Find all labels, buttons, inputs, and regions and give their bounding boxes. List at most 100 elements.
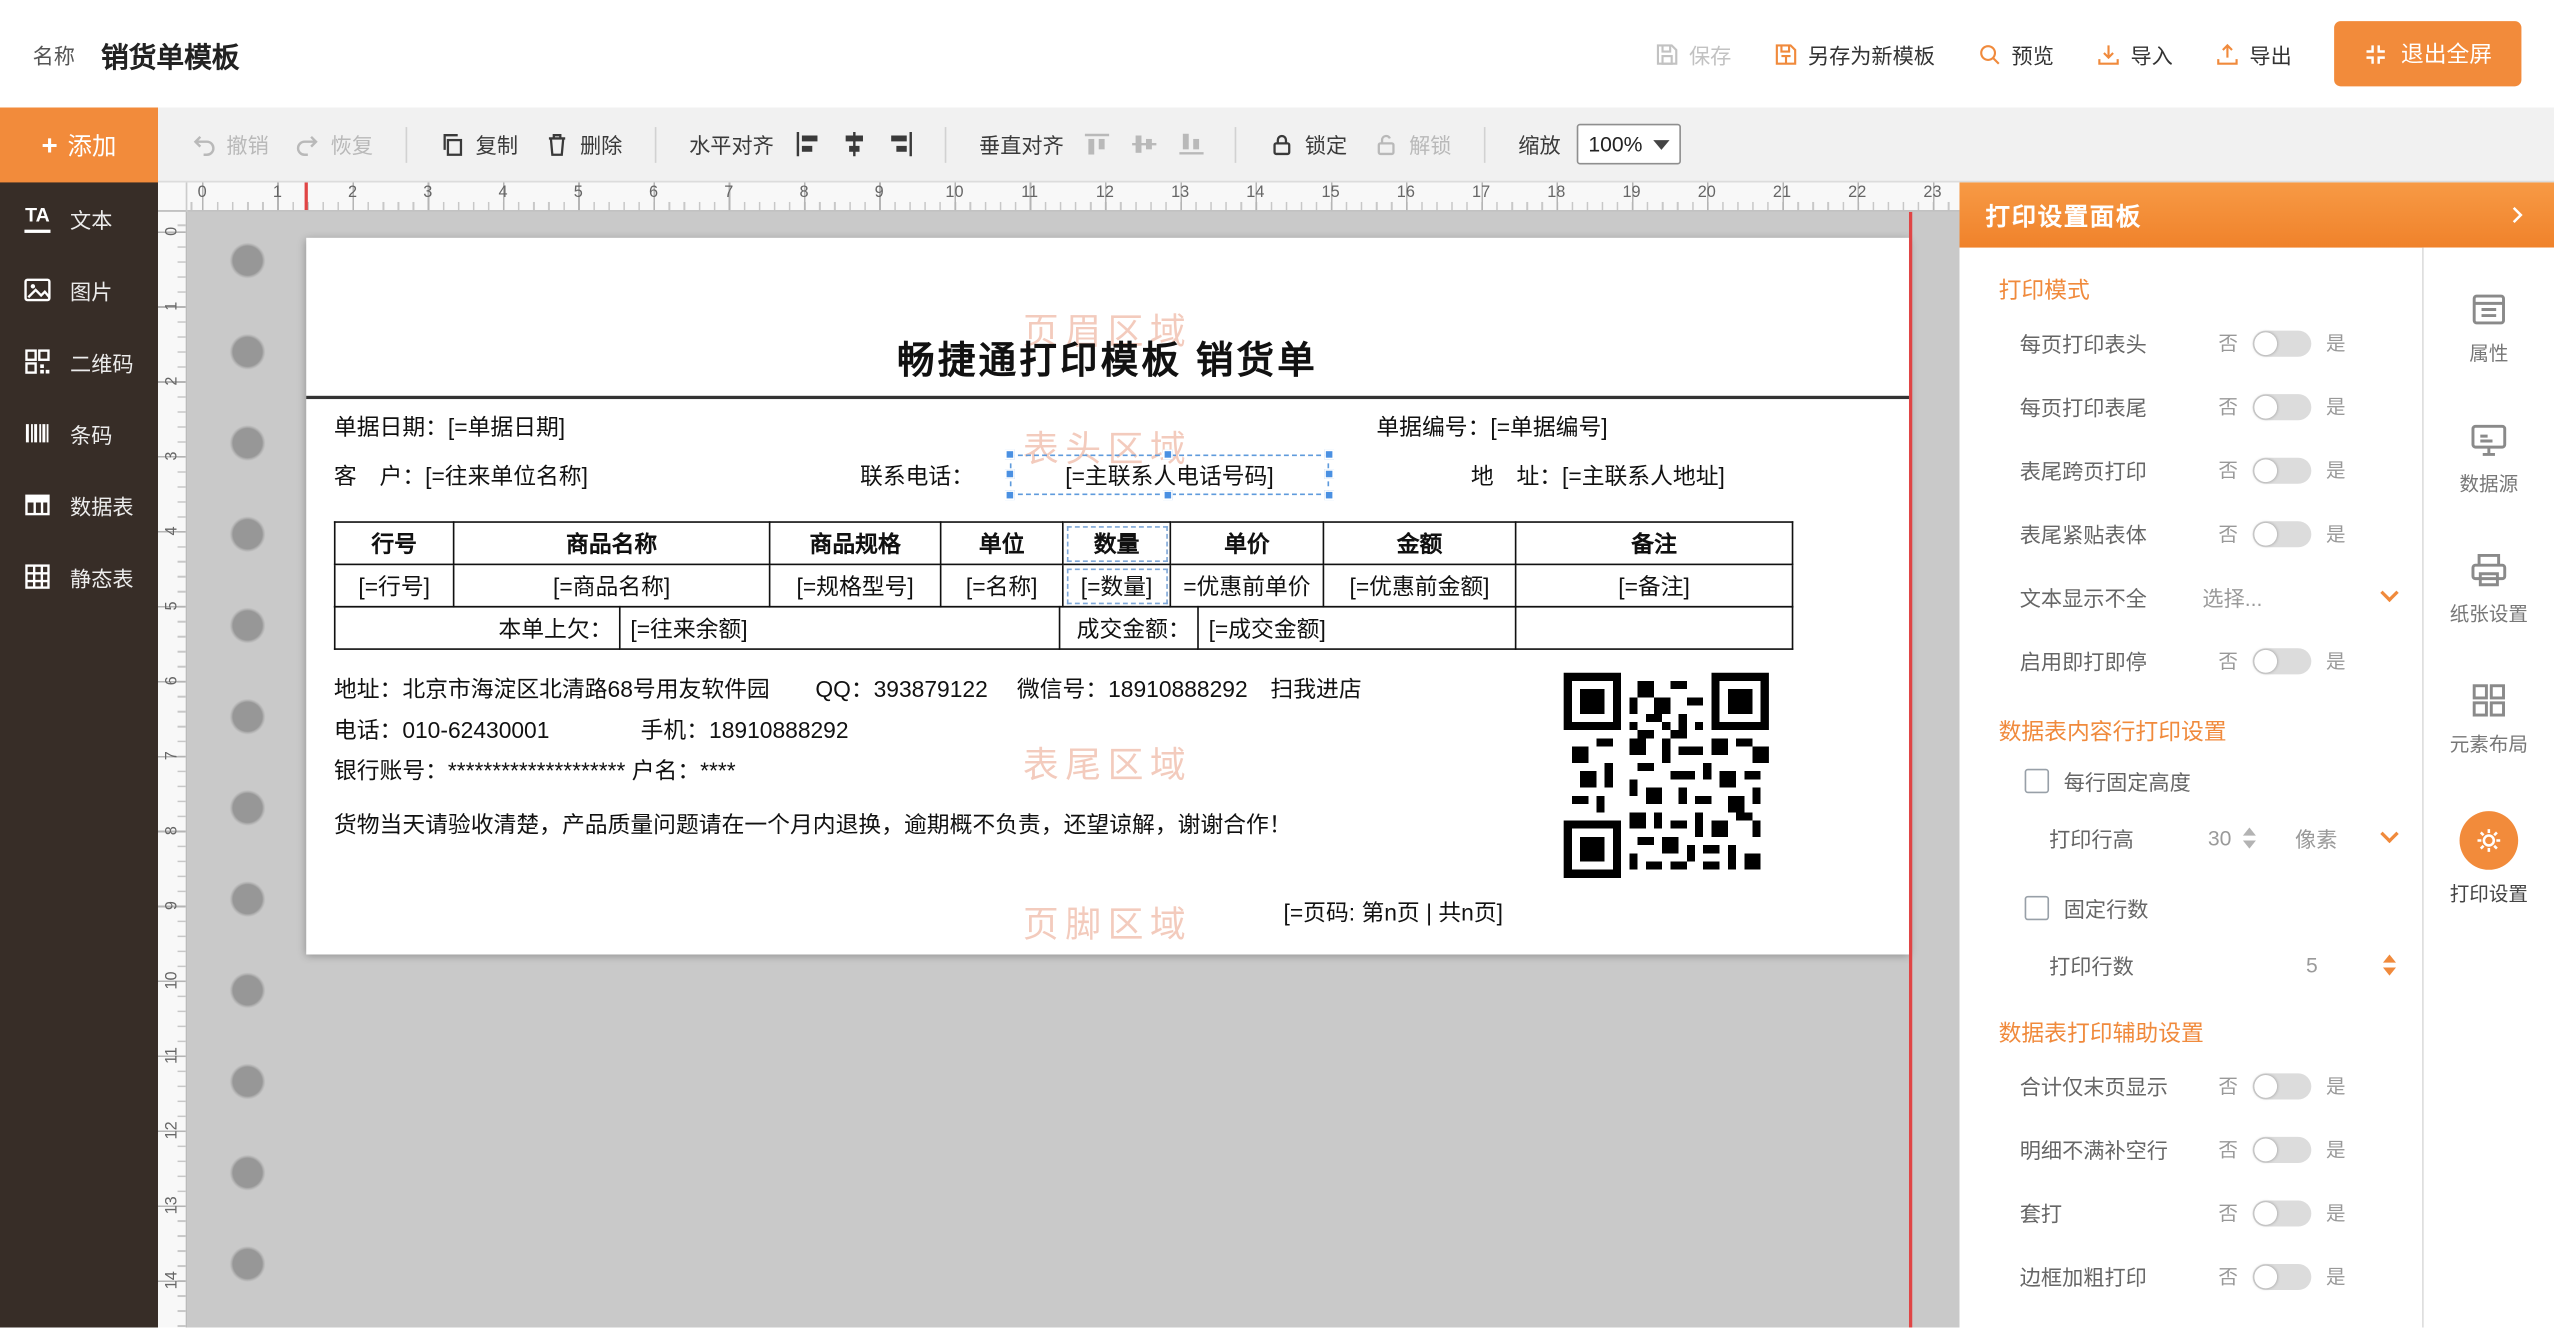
lock-button[interactable]: 锁定 (1262, 129, 1353, 160)
shop-info-element[interactable]: 地址：北京市海淀区北清路68号用友软件园 QQ：393879122 微信号：18… (334, 669, 1362, 791)
setting-label: 启用即打即停 (2019, 649, 2147, 675)
row-height-value[interactable]: 30 (2208, 825, 2232, 849)
resize-handle[interactable] (1162, 449, 1173, 460)
resize-handle[interactable] (1162, 490, 1173, 501)
delete-button[interactable]: 删除 (538, 129, 629, 160)
setting-row: 每页打印表尾 否 是 (1959, 375, 2422, 439)
ruler-number: 3 (423, 184, 433, 202)
sidebar-item-text[interactable]: TA 文本 (0, 182, 158, 254)
text-overflow-select[interactable]: 选择... (2202, 581, 2399, 612)
strip-item-print-settings[interactable]: 打印设置 (2450, 811, 2528, 907)
export-button[interactable]: 导出 (2215, 38, 2292, 69)
column-header[interactable]: 行号 (333, 521, 455, 566)
sidebar-item-datatable[interactable]: 数据表 (0, 469, 158, 541)
align-top-button[interactable] (1080, 127, 1114, 161)
unlock-button[interactable]: 解锁 (1367, 129, 1458, 160)
row-height-stepper[interactable] (2242, 826, 2256, 848)
owed-label-cell[interactable]: 本单上欠： (333, 605, 621, 650)
table-cell-selected[interactable]: [=数量] (1061, 563, 1172, 608)
fixed-row-count-checkbox[interactable] (2024, 895, 2050, 920)
main-area: + 添加 TA 文本 图片 二维码 条码 数据表 静态表 撤销 恢复 复制 删除… (0, 107, 2554, 1328)
row-count-value[interactable]: 5 (2306, 952, 2318, 976)
save-button[interactable]: 保存 (1655, 38, 1731, 69)
align-middle-vertical-button[interactable] (1127, 127, 1161, 161)
toggle-bold-border[interactable] (2252, 1263, 2312, 1290)
toggle-instant-stop[interactable] (2252, 647, 2312, 674)
strip-item-element-layout[interactable]: 元素布局 (2450, 681, 2528, 758)
page-number-element[interactable]: [=页码: 第n页 | 共n页] (1284, 896, 1503, 929)
panel-header: 打印设置面板 (1959, 182, 2554, 248)
align-bottom-button[interactable] (1175, 127, 1209, 161)
table-cell[interactable]: [=商品名称] (452, 563, 771, 608)
strip-item-label: 纸张设置 (2449, 602, 2528, 626)
column-header-selected[interactable]: 数量 (1061, 521, 1172, 566)
toggle-total-last-page[interactable] (2252, 1072, 2312, 1099)
docno-field[interactable]: 单据编号：[=单据编号] (1376, 410, 1607, 443)
qr-code-image[interactable] (1563, 672, 1769, 878)
undo-button[interactable]: 撤销 (184, 129, 275, 160)
resize-handle[interactable] (1004, 468, 1015, 479)
table-cell[interactable]: [=行号] (333, 563, 455, 608)
total-value-cell[interactable]: [=成交金额] (1197, 605, 1517, 650)
toggle-overprint[interactable] (2252, 1199, 2312, 1226)
column-header[interactable]: 商品名称 (452, 521, 771, 566)
resize-handle[interactable] (1324, 490, 1335, 501)
sidebar-item-image[interactable]: 图片 (0, 254, 158, 326)
import-button[interactable]: 导入 (2096, 38, 2173, 69)
row-height-unit-select[interactable]: 像素 (2295, 822, 2399, 853)
collapse-panel-button[interactable] (2505, 204, 2528, 227)
toggle-fill-blank-rows[interactable] (2252, 1136, 2312, 1163)
zoom-select[interactable]: 100% (1576, 123, 1682, 165)
items-table-element[interactable]: 行号 商品名称 商品规格 单位 数量 单价 金额 备注 [=行号] [=商品名称… (333, 521, 1794, 650)
column-header[interactable]: 金额 (1322, 521, 1517, 566)
resize-handle[interactable] (1324, 449, 1335, 460)
strip-item-paper-settings[interactable]: 纸张设置 (2450, 551, 2528, 628)
table-cell[interactable]: [=规格型号] (768, 563, 942, 608)
table-cell[interactable]: [=优惠前金额] (1322, 563, 1517, 608)
toggle-footer-cross-page[interactable] (2252, 456, 2312, 483)
fixed-row-height-checkbox[interactable] (2024, 767, 2050, 793)
total-label-cell[interactable]: 成交金额： (1058, 605, 1199, 650)
selected-phone-field[interactable]: [=主联系人电话号码] (1004, 449, 1335, 501)
resize-handle[interactable] (1004, 449, 1015, 460)
table-cell[interactable]: [=名称] (939, 563, 1064, 608)
toggle-print-header-every-page[interactable] (2252, 329, 2312, 356)
add-element-button[interactable]: + 添加 (0, 107, 158, 183)
align-center-horizontal-button[interactable] (837, 127, 871, 161)
resize-handle[interactable] (1004, 490, 1015, 501)
resize-handle[interactable] (1324, 468, 1335, 479)
redo-button[interactable]: 恢复 (288, 129, 379, 160)
column-header[interactable]: 商品规格 (768, 521, 942, 566)
column-header[interactable]: 备注 (1514, 521, 1794, 566)
sidebar-item-qrcode[interactable]: 二维码 (0, 326, 158, 398)
copy-button[interactable]: 复制 (433, 129, 524, 160)
document-title-element[interactable]: 畅捷通打印模板 销货单 (306, 329, 1909, 384)
exit-fullscreen-button[interactable]: 退出全屏 (2334, 21, 2522, 87)
address-field[interactable]: 地 址：[=主联系人地址] (1471, 459, 1725, 492)
sidebar-item-barcode[interactable]: 条码 (0, 397, 158, 469)
design-canvas[interactable]: 0 1 2 3 4 5 6 7 8 9 10 11 12 13 14 15 16 17 18 19 20 21 22 23 0… (157, 182, 1960, 1328)
document-page[interactable]: 页眉区域 表头区域 表尾区域 页脚区域 畅捷通打印模板 销货单 单据日期：[=单… (306, 237, 1909, 955)
owed-value-cell[interactable]: [=往来余额] (618, 605, 1061, 650)
align-right-button[interactable] (885, 127, 919, 161)
toggle-footer-stick-body[interactable] (2252, 520, 2312, 547)
align-left-button[interactable] (790, 127, 824, 161)
table-cell[interactable]: [=备注] (1514, 563, 1794, 608)
canvas-body[interactable]: 页眉区域 表头区域 表尾区域 页脚区域 畅捷通打印模板 销货单 单据日期：[=单… (187, 211, 1959, 1328)
preview-button[interactable]: 预览 (1977, 38, 2054, 69)
notice-element[interactable]: 货物当天请验收清楚，产品质量问题请在一个月内退换，逾期概不负责，还望谅解，谢谢合… (334, 808, 1292, 841)
table-cell[interactable]: =优惠前单价 (1169, 563, 1325, 608)
date-field[interactable]: 单据日期：[=单据日期] (334, 410, 565, 443)
save-as-new-template-button[interactable]: 另存为新模板 (1774, 38, 1935, 69)
empty-cell[interactable] (1514, 605, 1794, 650)
column-header[interactable]: 单位 (939, 521, 1064, 566)
strip-item-datasource[interactable]: 数据源 (2460, 420, 2518, 497)
row-count-stepper[interactable] (2382, 953, 2397, 975)
exit-fullscreen-icon (2363, 42, 2387, 66)
strip-item-properties[interactable]: 属性 (2469, 290, 2508, 367)
column-header[interactable]: 单价 (1169, 521, 1325, 566)
panel-tab-strip: 属性 数据源 纸张设置 元素布局 打印设置 (2422, 247, 2554, 1328)
customer-field[interactable]: 客 户：[=往来单位名称] (334, 459, 588, 492)
sidebar-item-statictable[interactable]: 静态表 (0, 541, 158, 613)
toggle-print-footer-every-page[interactable] (2252, 393, 2312, 420)
